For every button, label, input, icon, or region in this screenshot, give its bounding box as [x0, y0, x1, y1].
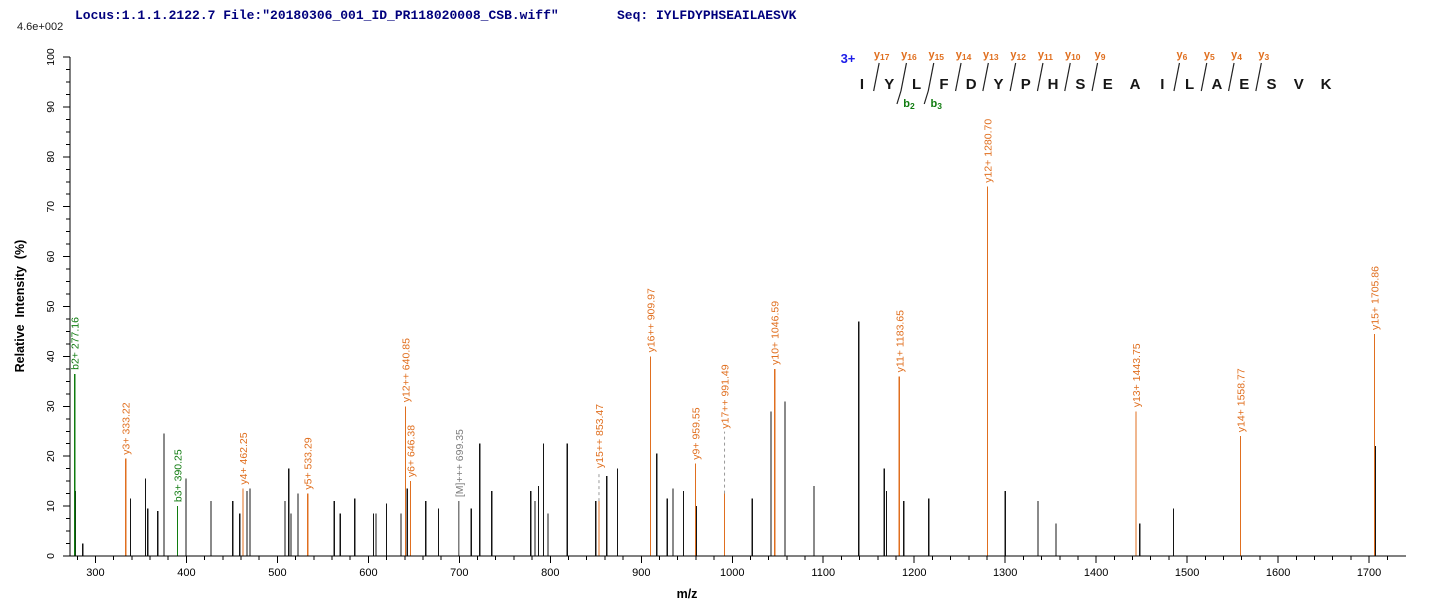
cleavage-mark — [1009, 62, 1017, 92]
cleavage-mark-b — [923, 90, 929, 105]
x-tick-label: 400 — [177, 567, 195, 579]
residue-letter: A — [1130, 76, 1141, 93]
y-axis-title: Relative Intensity (%) — [13, 240, 27, 373]
x-tick-label: 1100 — [811, 567, 835, 579]
y-ion-label: y12 — [1010, 49, 1026, 62]
peak-label: y14+ 1558.77 — [1236, 368, 1248, 432]
y-ion-label: y11 — [1038, 49, 1053, 62]
y-tick-label: 10 — [45, 500, 57, 512]
peak-label: y3+ 333.22 — [121, 402, 133, 454]
b-ion-label: b2 — [903, 98, 915, 111]
peak-label: [M]+++ 699.35 — [454, 429, 466, 497]
precursor-charge-label: 3+ — [841, 51, 856, 66]
cleavage-mark — [900, 62, 908, 92]
cleavage-mark — [873, 62, 880, 92]
y-ion-label: y6 — [1177, 49, 1188, 62]
y-ion-label: y16 — [901, 49, 917, 62]
residue-letter: Y — [884, 76, 894, 93]
peak-label: y16++ 909.97 — [645, 288, 657, 352]
y-tick-label: 90 — [45, 101, 57, 113]
peak-label: b3+ 390.25 — [173, 449, 185, 502]
y-ion-label: y5 — [1204, 49, 1215, 62]
residue-letter: V — [1294, 76, 1304, 93]
y-tick-label: 20 — [45, 450, 57, 462]
cleavage-mark — [1091, 62, 1099, 92]
cleavage-mark — [1255, 62, 1262, 92]
y-ion-label: y4 — [1231, 49, 1242, 62]
x-tick-label: 600 — [359, 567, 377, 579]
y-tick-label: 50 — [45, 301, 57, 313]
peak-label: y15+ 1705.86 — [1369, 266, 1381, 330]
peak-label: y10+ 1046.59 — [770, 301, 782, 365]
residue-letter: A — [1211, 76, 1222, 93]
peak-label: y17++ 991.49 — [720, 364, 732, 428]
y-tick-label: 60 — [45, 251, 57, 263]
x-tick-label: 1300 — [993, 567, 1017, 579]
residue-letter: S — [1075, 76, 1085, 93]
residue-letter: K — [1321, 76, 1332, 93]
x-tick-label: 1000 — [720, 567, 744, 579]
residue-letter: E — [1103, 76, 1113, 93]
cleavage-mark — [954, 62, 962, 92]
y-ion-label: y9 — [1095, 49, 1106, 62]
peak-label: y11+ 1183.65 — [894, 310, 906, 373]
y-ion-label: y14 — [956, 49, 972, 62]
peak-label: y12++ 640.85 — [401, 338, 413, 402]
residue-letter: Y — [993, 76, 1003, 93]
peak-label: y15++ 853.47 — [594, 404, 606, 468]
residue-letter: D — [966, 76, 977, 93]
spectrum-plot: 0 10 20 30 40 50 60 70 80 90 100 300 400 500 600 700 800… — [13, 48, 1406, 601]
y-tick-label: 70 — [45, 201, 57, 213]
residue-letter: L — [912, 76, 921, 93]
residue-letter: L — [1185, 76, 1194, 93]
peak-label: y9+ 959.55 — [690, 407, 702, 459]
x-tick-label: 1400 — [1084, 567, 1108, 579]
x-tick-label: 900 — [632, 567, 650, 579]
x-axis-title: m/z — [677, 587, 698, 601]
peak-label: y5+ 533.29 — [303, 437, 315, 489]
y-tick-label: 100 — [45, 48, 57, 66]
peak-label: y13+ 1443.75 — [1131, 343, 1143, 407]
peak-label: y4+ 462.25 — [238, 432, 250, 484]
y-ion-label: y15 — [928, 49, 944, 62]
residue-letter: E — [1239, 76, 1249, 93]
x-tick-label: 300 — [86, 567, 104, 579]
peak-label: y6+ 646.38 — [406, 425, 418, 477]
cleavage-mark — [1036, 62, 1044, 92]
cleavage-mark — [1064, 62, 1071, 92]
y-ion-label: y13 — [983, 49, 999, 62]
residue-letter: H — [1048, 76, 1059, 93]
cleavage-mark-b — [896, 90, 902, 105]
y-tick-label: 30 — [45, 400, 57, 412]
x-tick-label: 1700 — [1357, 567, 1381, 579]
residue-letter: I — [860, 76, 864, 93]
cleavage-mark — [1200, 62, 1208, 92]
cleavage-mark — [1227, 62, 1235, 92]
y-ion-label: y3 — [1258, 49, 1269, 62]
y-tick-label: 0 — [45, 553, 57, 559]
x-tick-label: 1600 — [1266, 567, 1290, 579]
cleavage-mark — [982, 62, 989, 92]
x-tick-label: 1500 — [1175, 567, 1199, 579]
x-tick-label: 800 — [541, 567, 559, 579]
b-ion-label: b3 — [931, 98, 943, 111]
peak-label: b2+ 277.16 — [70, 317, 82, 370]
x-tick-label: 700 — [450, 567, 468, 579]
residue-letter: I — [1160, 76, 1164, 93]
y-ion-label: y10 — [1065, 49, 1081, 62]
residue-letter: S — [1266, 76, 1276, 93]
cleavage-mark — [1173, 62, 1181, 92]
ms2-spectrum-viewer: Locus:1.1.1.2122.7 File:"20180306_001_ID… — [0, 0, 1436, 616]
residue-letter: P — [1021, 76, 1031, 93]
y-tick-label: 40 — [45, 350, 57, 362]
residue-letter: F — [939, 76, 948, 93]
x-tick-label: 1200 — [902, 567, 926, 579]
y-tick-label: 80 — [45, 151, 57, 163]
peak-label: y12+ 1280.70 — [983, 119, 995, 183]
cleavage-mark — [927, 62, 935, 92]
y-ion-label: y17 — [874, 49, 890, 62]
x-tick-label: 500 — [268, 567, 286, 579]
